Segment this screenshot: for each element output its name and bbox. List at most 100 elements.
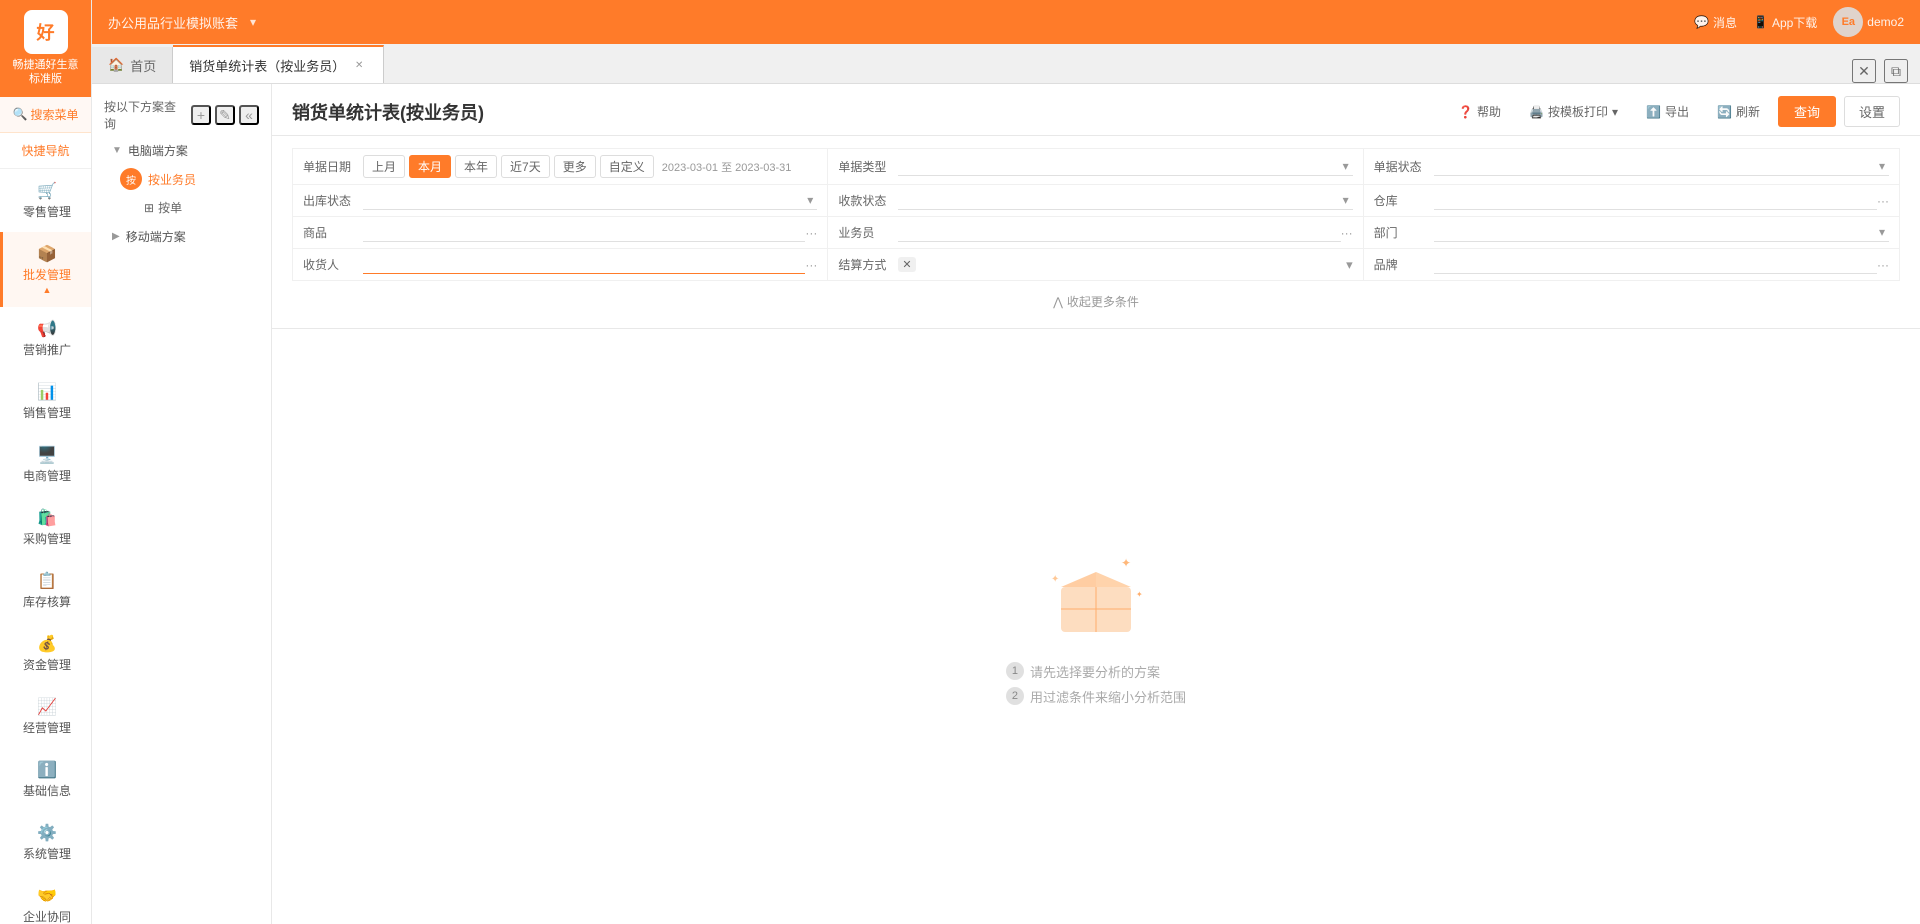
salesperson-more-btn[interactable]: ···: [1341, 226, 1353, 240]
help-label: 帮助: [1477, 103, 1501, 120]
chevron-up-icon: ▲: [43, 285, 52, 295]
avatar: Ea: [1833, 7, 1863, 37]
date-btn-this-year[interactable]: 本年: [455, 155, 497, 178]
tab-report[interactable]: 销货单统计表（按业务员） ✕: [173, 45, 384, 83]
export-icon: ⬆️: [1646, 105, 1661, 119]
add-scheme-button[interactable]: +: [191, 105, 211, 125]
date-btn-more[interactable]: 更多: [554, 155, 596, 178]
empty-tips: 1 请先选择要分析的方案 2 用过滤条件来缩小分析范围: [1006, 662, 1186, 712]
warehouse-more-btn[interactable]: ···: [1877, 194, 1889, 208]
tree-grandchild-order[interactable]: ⊞ 按单: [92, 195, 271, 220]
consignee-more-btn[interactable]: ···: [805, 258, 817, 272]
sidebar-item-finance[interactable]: 💰 资金管理: [0, 622, 91, 685]
empty-state: ✦ ✦ ✦ 1 请先选择要分析的方案 2 用过滤条件来缩小分析范围: [272, 329, 1920, 924]
settings-button[interactable]: 设置: [1844, 96, 1900, 127]
topbar-actions: 💬 消息 📱 App下载 Ea demo2: [1694, 7, 1904, 37]
user-menu[interactable]: Ea demo2: [1833, 7, 1904, 37]
collapse-panel-button[interactable]: «: [239, 105, 259, 125]
department-arrow: ▾: [1879, 225, 1885, 239]
sidebar-item-ecommerce[interactable]: 🖥️ 电商管理: [0, 433, 91, 496]
sidebar-item-marketing[interactable]: 📢 营销推广: [0, 307, 91, 370]
query-button[interactable]: 查询: [1778, 96, 1836, 127]
goods-input[interactable]: [363, 223, 805, 242]
date-btn-this-month[interactable]: 本月: [409, 155, 451, 178]
department-dropdown[interactable]: ▾: [1434, 223, 1889, 242]
add-icon: +: [197, 107, 205, 123]
outbound-dropdown[interactable]: ▾: [363, 191, 817, 210]
refresh-icon: 🔄: [1717, 105, 1732, 119]
brand-more-btn[interactable]: ···: [1877, 258, 1889, 272]
tip-num-1: 1: [1006, 662, 1024, 680]
settlement-tag[interactable]: ✕: [898, 257, 915, 272]
sidebar-item-retail[interactable]: 🛒 零售管理: [0, 169, 91, 232]
settlement-control: ✕ ▾: [898, 257, 1352, 273]
tree-mobile-label: 移动端方案: [126, 228, 186, 245]
app-download-button[interactable]: 📱 App下载: [1753, 14, 1817, 31]
date-btn-7days[interactable]: 近7天: [501, 155, 550, 178]
edit-scheme-button[interactable]: ✎: [215, 105, 235, 125]
tree-mobile-section[interactable]: ▶ 移动端方案: [92, 224, 271, 249]
filter-row-1: 单据日期 上月 本月 本年 近7天 更多 自定义 2023-03-01 至 20…: [292, 148, 1900, 184]
refresh-label: 刷新: [1736, 103, 1760, 120]
logo-icon: 好: [24, 10, 68, 54]
tree-child-salesperson-label: 按业务员: [148, 171, 196, 188]
quick-nav-button[interactable]: 快捷导航: [8, 137, 83, 164]
basic-icon: ℹ️: [37, 760, 57, 780]
warehouse-input[interactable]: [1434, 191, 1877, 210]
sidebar-item-purchase[interactable]: 🛍️ 采购管理: [0, 496, 91, 559]
sidebar-item-sales[interactable]: 📊 销售管理: [0, 370, 91, 433]
messages-button[interactable]: 💬 消息: [1694, 14, 1737, 31]
consignee-label: 收货人: [303, 256, 363, 273]
filter-date-cell: 单据日期 上月 本月 本年 近7天 更多 自定义 2023-03-01 至 20…: [293, 149, 828, 184]
tip-num-2: 2: [1006, 687, 1024, 705]
collapse-more-button[interactable]: ⋀ 收起更多条件: [1053, 293, 1139, 310]
goods-more-btn[interactable]: ···: [805, 226, 817, 240]
export-button[interactable]: ⬆️ 导出: [1636, 99, 1699, 124]
filter-salesperson-cell: 业务员 ···: [828, 217, 1363, 248]
company-dropdown-icon[interactable]: ▾: [250, 15, 256, 29]
date-btn-last-month[interactable]: 上月: [363, 155, 405, 178]
tree-pc-section[interactable]: ▼ 电脑端方案: [92, 138, 271, 163]
settlement-tag-x[interactable]: ✕: [902, 258, 911, 271]
purchase-icon: 🛍️: [37, 508, 57, 528]
warehouse-label: 仓库: [1374, 192, 1434, 209]
tree-grandchild-order-label: 按单: [158, 199, 182, 216]
empty-tip-2: 2 用过滤条件来缩小分析范围: [1006, 687, 1186, 706]
sidebar-item-operations[interactable]: 📈 经营管理: [0, 685, 91, 748]
window-maximize-button[interactable]: ⧉: [1884, 59, 1908, 83]
consignee-input[interactable]: [363, 255, 805, 274]
sidebar-item-enterprise[interactable]: 🤝 企业协同: [0, 874, 91, 924]
brand-input[interactable]: [1434, 255, 1877, 274]
empty-tip-1: 1 请先选择要分析的方案: [1006, 662, 1186, 681]
window-close-button[interactable]: ✕: [1852, 59, 1876, 83]
filter-department-cell: 部门 ▾: [1364, 217, 1899, 248]
help-button[interactable]: ❓ 帮助: [1448, 99, 1511, 124]
sidebar-menu: 🛒 零售管理 📦 批发管理 ▲ 📢 营销推广 📊 销售管理 🖥️ 电商管理 🛍️…: [0, 169, 91, 924]
print-icon: 🖨️: [1529, 105, 1544, 119]
tab-close-button[interactable]: ✕: [351, 57, 367, 73]
filter-outbound-cell: 出库状态 ▾: [293, 185, 828, 216]
quick-nav-section: 快捷导航: [0, 133, 91, 169]
print-button[interactable]: 🖨️ 按模板打印 ▾: [1519, 99, 1628, 124]
filter-row-2: 出库状态 ▾ 收款状态 ▾ 仓库: [292, 184, 1900, 216]
sidebar-item-inventory[interactable]: 📋 库存核算: [0, 559, 91, 622]
sidebar-item-marketing-label: 营销推广: [23, 341, 71, 358]
salesperson-input[interactable]: [898, 223, 1340, 242]
sidebar-item-basic-label: 基础信息: [23, 782, 71, 799]
sidebar-item-wholesale[interactable]: 📦 批发管理 ▲: [0, 232, 91, 307]
docstatus-dropdown[interactable]: ▾: [1434, 157, 1889, 176]
refresh-button[interactable]: 🔄 刷新: [1707, 99, 1770, 124]
avatar-initials: Ea: [1842, 16, 1855, 28]
tab-home[interactable]: 🏠 首页: [92, 47, 173, 83]
search-menu-button[interactable]: 🔍 搜索菜单: [8, 101, 83, 128]
payment-dropdown[interactable]: ▾: [898, 191, 1352, 210]
sidebar-item-basic[interactable]: ℹ️ 基础信息: [0, 748, 91, 811]
settlement-arrow: ▾: [1346, 257, 1353, 273]
export-label: 导出: [1665, 103, 1689, 120]
sidebar-item-system[interactable]: ⚙️ 系统管理: [0, 811, 91, 874]
tree-child-salesperson[interactable]: 按 按业务员: [92, 163, 271, 195]
date-btn-custom[interactable]: 自定义: [600, 155, 654, 178]
doctype-dropdown[interactable]: ▾: [898, 157, 1352, 176]
empty-illustration: ✦ ✦ ✦: [1036, 542, 1156, 642]
sidebar-item-retail-label: 零售管理: [23, 203, 71, 220]
